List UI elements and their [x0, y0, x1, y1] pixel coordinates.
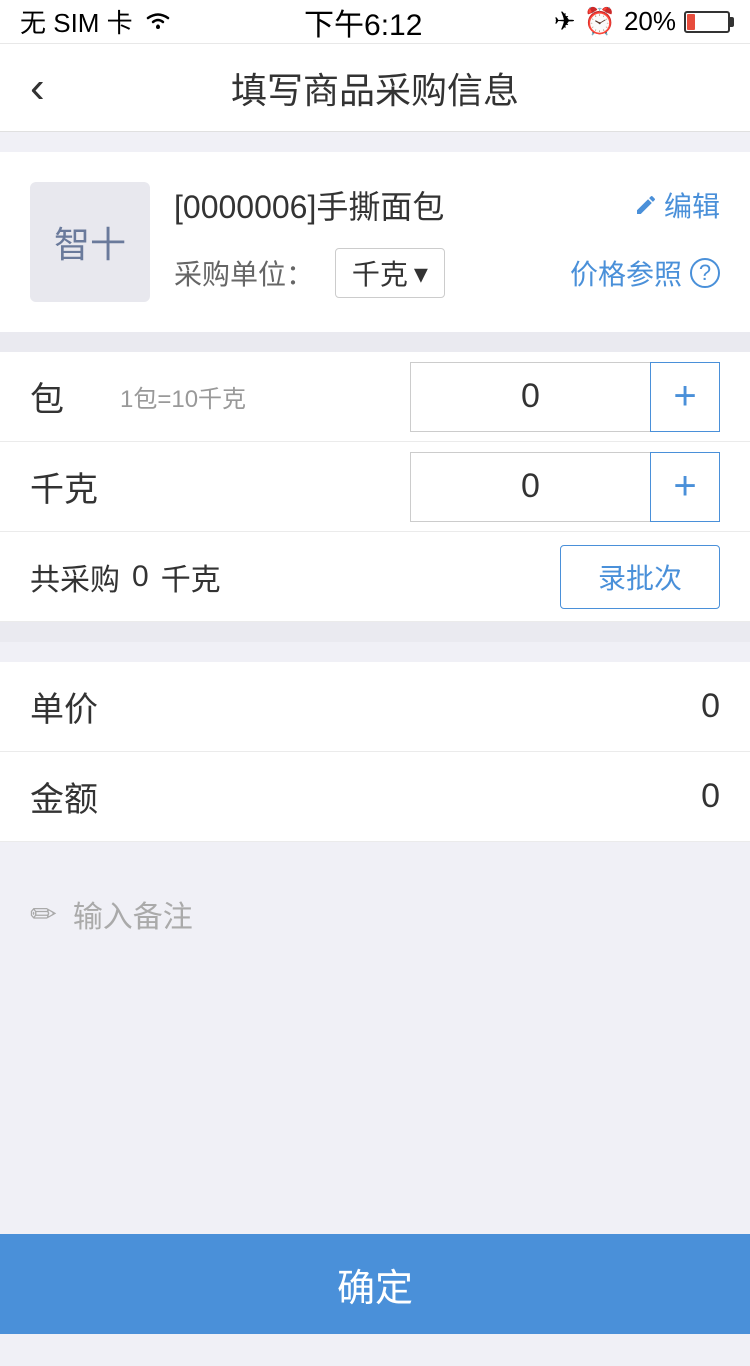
product-image: 智十: [30, 182, 150, 302]
kg-plus-button[interactable]: +: [650, 452, 720, 522]
edit-button[interactable]: 编辑: [634, 185, 720, 225]
product-info: [0000006]手撕面包 编辑 采购单位： 千克 ▾ 价格: [174, 182, 720, 298]
detail-section: 单价 0 金额 0: [0, 662, 750, 842]
note-section[interactable]: ✏ 输入备注: [0, 862, 750, 966]
location-icon: ✈: [554, 6, 576, 37]
bag-plus-button[interactable]: +: [650, 362, 720, 432]
nav-bar: ‹ 填写商品采购信息: [0, 44, 750, 132]
batch-button[interactable]: 录批次: [560, 545, 720, 609]
product-logo: 智十: [54, 216, 126, 268]
price-label: 单价: [30, 682, 98, 731]
unit-label: 采购单位：: [174, 259, 314, 290]
edit-icon: [634, 193, 658, 217]
unit-area: 采购单位： 千克 ▾: [174, 248, 445, 298]
amount-value: 0: [701, 777, 720, 816]
bag-input-row: 包 1包=10千克 +: [0, 352, 750, 442]
alarm-icon: ⏰: [584, 6, 616, 37]
bag-sublabel: 1包=10千克: [120, 379, 410, 414]
confirm-label: 确定: [337, 1257, 413, 1312]
unit-select[interactable]: 千克 ▾: [335, 248, 445, 298]
total-left: 共采购 0 千克: [30, 555, 221, 599]
product-name-row: [0000006]手撕面包 编辑: [174, 182, 720, 228]
divider-2: [0, 622, 750, 642]
price-ref-button[interactable]: 价格参照 ?: [570, 253, 720, 293]
bag-input-right: +: [410, 362, 720, 432]
page-title: 填写商品采购信息: [231, 62, 519, 114]
kg-label: 千克: [30, 462, 110, 511]
price-value: 0: [701, 687, 720, 726]
pencil-icon: ✏: [30, 895, 57, 933]
status-time: 下午6:12: [304, 0, 422, 44]
confirm-button[interactable]: 确定: [0, 1234, 750, 1334]
bag-label: 包: [30, 372, 110, 421]
product-card: 智十 [0000006]手撕面包 编辑 采购单位： 千克 ▾: [0, 152, 750, 332]
total-suffix: 千克: [161, 555, 221, 599]
total-prefix: 共采购: [30, 555, 120, 599]
divider-1: [0, 332, 750, 352]
kg-quantity-input[interactable]: [410, 452, 650, 522]
amount-row: 金额 0: [0, 752, 750, 842]
status-right: ✈ ⏰ 20%: [554, 6, 730, 37]
product-full-name: [0000006]手撕面包: [174, 182, 444, 228]
price-ref-label: 价格参照: [570, 253, 682, 293]
help-icon: ?: [690, 258, 720, 288]
unit-value: 千克: [352, 253, 408, 293]
total-row: 共采购 0 千克 录批次: [0, 532, 750, 622]
dropdown-arrow: ▾: [414, 257, 428, 290]
back-button[interactable]: ‹: [30, 66, 45, 110]
total-value: 0: [132, 560, 149, 594]
input-section: 包 1包=10千克 + 千克 +: [0, 352, 750, 532]
price-row: 单价 0: [0, 662, 750, 752]
wifi-icon: [143, 6, 173, 37]
kg-input-row: 千克 +: [0, 442, 750, 532]
carrier-text: 无 SIM 卡: [20, 3, 133, 40]
status-left: 无 SIM 卡: [20, 3, 173, 40]
battery-percent: 20%: [624, 6, 676, 37]
product-unit-row: 采购单位： 千克 ▾ 价格参照 ?: [174, 248, 720, 298]
note-placeholder: 输入备注: [73, 892, 193, 936]
battery-icon: [684, 11, 730, 33]
bag-quantity-input[interactable]: [410, 362, 650, 432]
batch-button-label: 录批次: [598, 557, 682, 597]
bottom-spacer: [0, 966, 750, 1266]
amount-label: 金额: [30, 772, 98, 821]
status-bar: 无 SIM 卡 下午6:12 ✈ ⏰ 20%: [0, 0, 750, 44]
edit-label: 编辑: [664, 185, 720, 225]
kg-input-right: +: [410, 452, 720, 522]
